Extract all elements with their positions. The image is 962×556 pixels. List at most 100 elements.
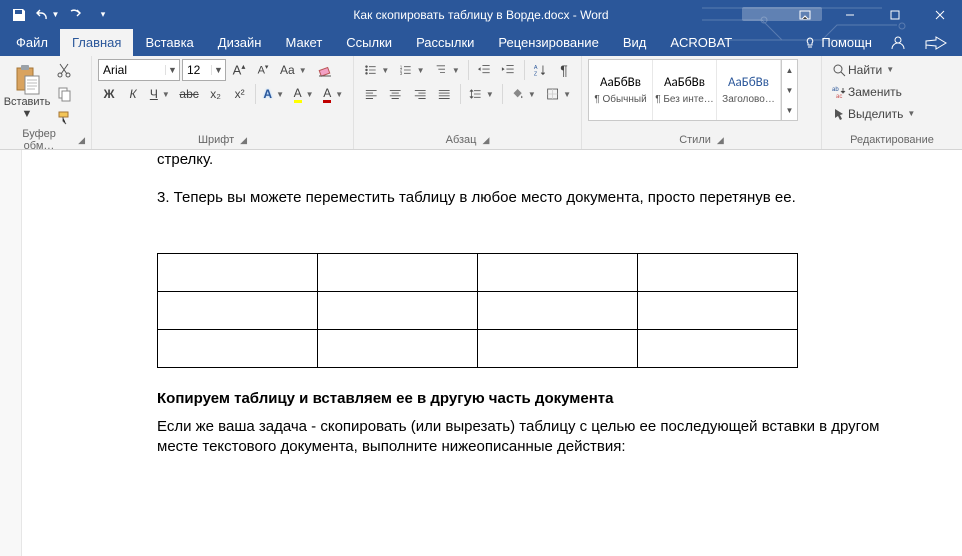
tab-view[interactable]: Вид — [611, 29, 659, 56]
save-button[interactable] — [6, 2, 32, 28]
tab-mailings[interactable]: Рассылки — [404, 29, 486, 56]
style-preview: АаБбВв — [728, 75, 769, 90]
undo-button[interactable]: ▼ — [34, 2, 60, 28]
table-cell[interactable] — [638, 291, 798, 329]
paste-icon — [13, 64, 41, 96]
cut-button[interactable] — [52, 59, 76, 81]
shading-button[interactable]: ▼ — [507, 83, 540, 105]
tab-design[interactable]: Дизайн — [206, 29, 274, 56]
align-center-button[interactable] — [384, 83, 406, 105]
gallery-up-button[interactable]: ▲ — [782, 60, 797, 80]
styles-gallery: АаБбВв¶ Обычный АаБбВв¶ Без инте… АаБбВв… — [588, 59, 798, 121]
tab-insert[interactable]: Вставка — [133, 29, 205, 56]
tab-acrobat[interactable]: ACROBAT — [658, 29, 744, 56]
subscript-button[interactable]: x₂ — [205, 83, 227, 105]
close-button[interactable] — [917, 0, 962, 29]
account-indicator[interactable] — [742, 7, 822, 21]
clear-formatting-button[interactable] — [313, 59, 337, 81]
caret-down-icon: ▼ — [306, 90, 314, 99]
style-normal[interactable]: АаБбВв¶ Обычный — [589, 60, 653, 120]
bullets-button[interactable]: ▼ — [360, 59, 393, 81]
italic-button[interactable]: К — [122, 83, 144, 105]
bold-button[interactable]: Ж — [98, 83, 120, 105]
undo-icon — [35, 7, 51, 23]
font-size-combo[interactable]: 12▼ — [182, 59, 226, 81]
font-name-combo[interactable]: Arial▼ — [98, 59, 180, 81]
gallery-more-button[interactable]: ▼ — [782, 100, 797, 120]
dialog-launcher[interactable]: ◢ — [717, 135, 724, 146]
multilevel-list-button[interactable]: ▼ — [431, 59, 464, 81]
table-row[interactable] — [158, 253, 798, 291]
tab-layout[interactable]: Макет — [273, 29, 334, 56]
gallery-down-button[interactable]: ▼ — [782, 80, 797, 100]
change-case-button[interactable]: Aa▼ — [276, 59, 311, 81]
borders-icon — [546, 86, 559, 102]
shrink-font-button[interactable]: A▾ — [252, 59, 274, 81]
table-cell[interactable] — [318, 329, 478, 367]
show-hide-marks-button[interactable]: ¶ — [553, 59, 575, 81]
group-label: Шрифт — [198, 134, 234, 146]
align-left-button[interactable] — [360, 83, 382, 105]
dialog-launcher[interactable]: ◢ — [240, 135, 247, 146]
find-button[interactable]: Найти▼ — [828, 59, 938, 80]
document-table[interactable] — [157, 253, 798, 368]
strikethrough-button[interactable]: abc — [176, 83, 203, 105]
share-button[interactable] — [916, 29, 956, 56]
caret-down-icon[interactable]: ▼ — [211, 65, 225, 75]
table-row[interactable] — [158, 291, 798, 329]
align-right-button[interactable] — [409, 83, 431, 105]
font-color-button[interactable]: A▼ — [319, 83, 347, 105]
grow-font-button[interactable]: A▴ — [228, 59, 250, 81]
minimize-icon — [843, 8, 857, 22]
underline-button[interactable]: Ч▼ — [146, 83, 174, 105]
dialog-launcher[interactable]: ◢ — [482, 135, 489, 146]
style-no-spacing[interactable]: АаБбВв¶ Без инте… — [653, 60, 717, 120]
table-cell[interactable] — [478, 291, 638, 329]
paste-button[interactable]: Вставить ▼ — [6, 59, 48, 127]
table-cell[interactable] — [478, 253, 638, 291]
tab-file[interactable]: Файл — [4, 29, 60, 56]
redo-button[interactable] — [62, 2, 88, 28]
select-button[interactable]: Выделить▼ — [828, 103, 938, 124]
table-cell[interactable] — [638, 329, 798, 367]
replace-button[interactable]: abacЗаменить — [828, 81, 938, 102]
account-button[interactable] — [882, 29, 914, 56]
caret-down-icon[interactable]: ▼ — [165, 65, 179, 75]
table-cell[interactable] — [158, 253, 318, 291]
maximize-button[interactable] — [872, 0, 917, 29]
style-heading1[interactable]: АаБбВвЗаголово… — [717, 60, 781, 120]
table-cell[interactable] — [478, 329, 638, 367]
increase-indent-button[interactable] — [497, 59, 519, 81]
quick-access-toolbar: ▼ ▾ — [0, 2, 116, 28]
decrease-indent-button[interactable] — [473, 59, 495, 81]
table-row[interactable] — [158, 329, 798, 367]
sort-button[interactable]: AZ — [529, 59, 551, 81]
table-cell[interactable] — [638, 253, 798, 291]
table-cell[interactable] — [318, 253, 478, 291]
tab-home[interactable]: Главная — [60, 29, 133, 56]
table-cell[interactable] — [318, 291, 478, 329]
vertical-ruler[interactable] — [0, 150, 22, 556]
borders-button[interactable]: ▼ — [542, 83, 575, 105]
tab-references[interactable]: Ссылки — [334, 29, 404, 56]
text-effects-button[interactable]: A▼ — [260, 83, 288, 105]
superscript-button[interactable]: x² — [229, 83, 251, 105]
tab-review[interactable]: Рецензирование — [486, 29, 610, 56]
copy-button[interactable] — [52, 83, 76, 105]
bullets-icon — [364, 62, 377, 78]
justify-button[interactable] — [433, 83, 455, 105]
page[interactable]: стрелку. 3. Теперь вы можете переместить… — [22, 150, 962, 556]
minimize-button[interactable] — [827, 0, 872, 29]
dialog-launcher[interactable]: ◢ — [78, 135, 85, 146]
numbering-button[interactable]: 123▼ — [395, 59, 428, 81]
highlight-button[interactable]: A▼ — [290, 83, 318, 105]
table-cell[interactable] — [158, 291, 318, 329]
qat-customize-button[interactable]: ▾ — [90, 2, 116, 28]
format-painter-button[interactable] — [52, 107, 76, 129]
group-font: Arial▼ 12▼ A▴ A▾ Aa▼ Ж К Ч▼ abc x₂ x² A▼ — [92, 56, 354, 149]
tell-me-button[interactable]: Помощн — [795, 29, 880, 56]
change-case-icon: Aa — [280, 63, 295, 77]
line-spacing-button[interactable]: ▼ — [465, 83, 498, 105]
title-bar: ▼ ▾ Как скопировать таблицу в Ворде.docx… — [0, 0, 962, 29]
table-cell[interactable] — [158, 329, 318, 367]
